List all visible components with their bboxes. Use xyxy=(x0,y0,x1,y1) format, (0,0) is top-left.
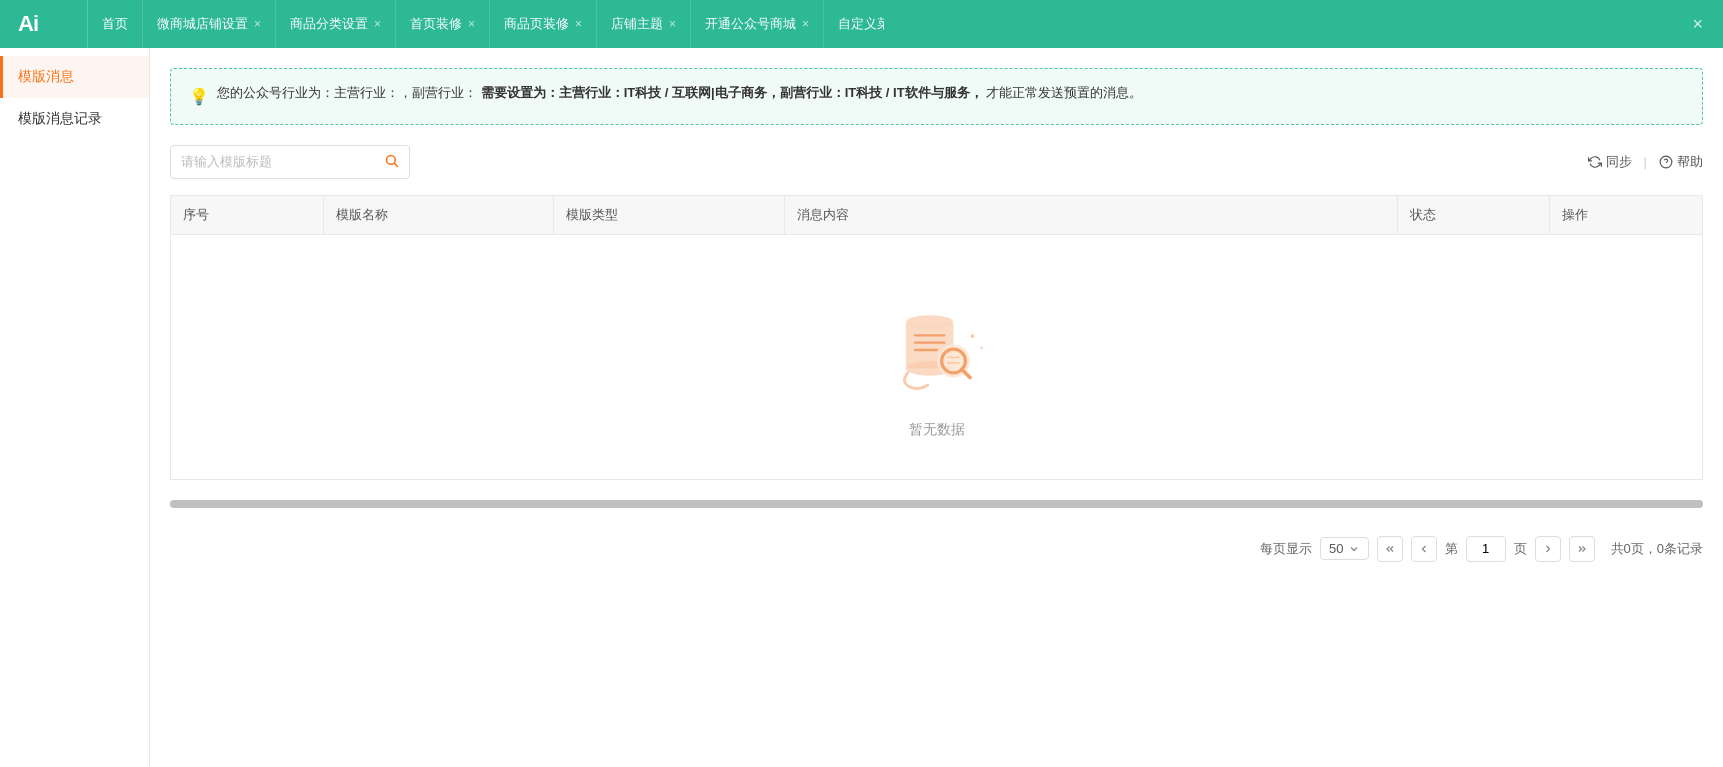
nav-tab-1[interactable]: 微商城店铺设置 × xyxy=(143,0,276,48)
nav-tab-4[interactable]: 商品页装修 × xyxy=(490,0,597,48)
search-input[interactable] xyxy=(181,154,384,169)
nav-tab-0[interactable]: 首页 xyxy=(88,0,143,48)
prev-page-button[interactable] xyxy=(1411,536,1437,562)
table-header: 序号模版名称模版类型消息内容状态操作 xyxy=(171,195,1703,234)
help-label: 帮助 xyxy=(1677,153,1703,171)
sidebar-item-0[interactable]: 模版消息 xyxy=(0,56,149,98)
sync-button[interactable]: 同步 xyxy=(1588,153,1632,171)
nav-tabs: 首页微商城店铺设置×商品分类设置×首页装修×商品页装修×店铺主题×开通公众号商城… xyxy=(88,0,884,48)
page-keyword: 第 xyxy=(1445,540,1458,558)
search-input-wrap[interactable] xyxy=(170,145,410,179)
nav-tab-label-5: 店铺主题 xyxy=(611,15,663,33)
search-button[interactable] xyxy=(384,153,399,171)
nav-tab-6[interactable]: 开通公众号商城 × xyxy=(691,0,824,48)
svg-line-1 xyxy=(394,163,397,166)
notice-highlight: 需要设置为：主营行业：IT科技 / 互联网|电子商务，副营行业：IT科技 / I… xyxy=(481,85,983,100)
table-col-0: 序号 xyxy=(171,195,324,234)
total-label: 共0页，0条记录 xyxy=(1611,540,1703,558)
content-area: 💡 您的公众号行业为：主营行业：，副营行业： 需要设置为：主营行业：IT科技 /… xyxy=(150,48,1723,767)
notice-banner: 💡 您的公众号行业为：主营行业：，副营行业： 需要设置为：主营行业：IT科技 /… xyxy=(170,68,1703,125)
nav-tab-label-6: 开通公众号商城 xyxy=(705,15,796,33)
chevron-down-icon xyxy=(1348,543,1360,555)
scroll-thumb[interactable] xyxy=(170,500,1703,508)
page-size-value: 50 xyxy=(1329,541,1343,556)
svg-text:✦: ✦ xyxy=(969,332,976,341)
sidebar-item-1[interactable]: 模版消息记录 xyxy=(0,98,149,140)
sidebar: 模版消息模版消息记录 xyxy=(0,48,150,767)
page-unit: 页 xyxy=(1514,540,1527,558)
empty-state: ✦ ✦ 暂无数据 xyxy=(171,235,1702,479)
notice-suffix: 才能正常发送预置的消息。 xyxy=(986,85,1142,100)
nav-tab-2[interactable]: 商品分类设置 × xyxy=(276,0,396,48)
nav-tab-close-4[interactable]: × xyxy=(575,17,582,31)
nav-tab-close-6[interactable]: × xyxy=(802,17,809,31)
nav-tab-5[interactable]: 店铺主题 × xyxy=(597,0,691,48)
toolbar-right: 同步 | 帮助 xyxy=(1588,153,1703,171)
nav-tab-label-3: 首页装修 xyxy=(410,15,462,33)
svg-text:✦: ✦ xyxy=(979,344,984,351)
notice-text: 您的公众号行业为：主营行业：，副营行业： 需要设置为：主营行业：IT科技 / 互… xyxy=(217,83,1142,104)
nav-tab-close-1[interactable]: × xyxy=(254,17,261,31)
help-button[interactable]: 帮助 xyxy=(1659,153,1703,171)
table-col-5: 操作 xyxy=(1550,195,1703,234)
nav-tab-close-2[interactable]: × xyxy=(374,17,381,31)
table-col-4: 状态 xyxy=(1397,195,1550,234)
sync-label: 同步 xyxy=(1606,153,1632,171)
top-nav: Ai 首页微商城店铺设置×商品分类设置×首页装修×商品页装修×店铺主题×开通公众… xyxy=(0,0,1723,48)
table-scroll-bar[interactable] xyxy=(170,500,1703,508)
nav-tab-label-2: 商品分类设置 xyxy=(290,15,368,33)
search-bar: 同步 | 帮助 xyxy=(170,145,1703,179)
page-size-label: 每页显示 xyxy=(1260,540,1312,558)
notice-icon: 💡 xyxy=(189,84,209,110)
nav-tab-close-3[interactable]: × xyxy=(468,17,475,31)
global-close-button[interactable]: × xyxy=(1681,14,1716,35)
notice-prefix: 您的公众号行业为：主营行业：，副营行业： xyxy=(217,85,477,100)
table-empty-row: ✦ ✦ 暂无数据 xyxy=(171,234,1703,479)
nav-tab-label-7: 自定义菜单 xyxy=(838,15,884,33)
empty-text: 暂无数据 xyxy=(909,421,965,439)
toolbar-divider: | xyxy=(1644,154,1647,169)
last-page-button[interactable] xyxy=(1569,536,1595,562)
nav-tab-label-1: 微商城店铺设置 xyxy=(157,15,248,33)
nav-tab-3[interactable]: 首页装修 × xyxy=(396,0,490,48)
empty-illustration: ✦ ✦ xyxy=(882,295,992,405)
table-body: ✦ ✦ 暂无数据 xyxy=(171,234,1703,479)
logo: Ai xyxy=(8,0,88,48)
data-table: 序号模版名称模版类型消息内容状态操作 xyxy=(170,195,1703,480)
nav-tab-label-4: 商品页装修 xyxy=(504,15,569,33)
page-size-select[interactable]: 50 xyxy=(1320,537,1368,560)
svg-point-0 xyxy=(387,155,396,164)
nav-tab-close-5[interactable]: × xyxy=(669,17,676,31)
main-layout: 模版消息模版消息记录 💡 您的公众号行业为：主营行业：，副营行业： 需要设置为：… xyxy=(0,48,1723,767)
next-page-button[interactable] xyxy=(1535,536,1561,562)
first-page-button[interactable] xyxy=(1377,536,1403,562)
nav-tab-label-0: 首页 xyxy=(102,15,128,33)
table-col-1: 模版名称 xyxy=(323,195,554,234)
pagination: 每页显示 50 第 页 共0页，0条记录 xyxy=(170,528,1703,570)
nav-tab-7[interactable]: 自定义菜单× xyxy=(824,0,884,48)
table-col-2: 模版类型 xyxy=(554,195,785,234)
table-col-3: 消息内容 xyxy=(784,195,1397,234)
page-number-input[interactable] xyxy=(1466,536,1506,562)
